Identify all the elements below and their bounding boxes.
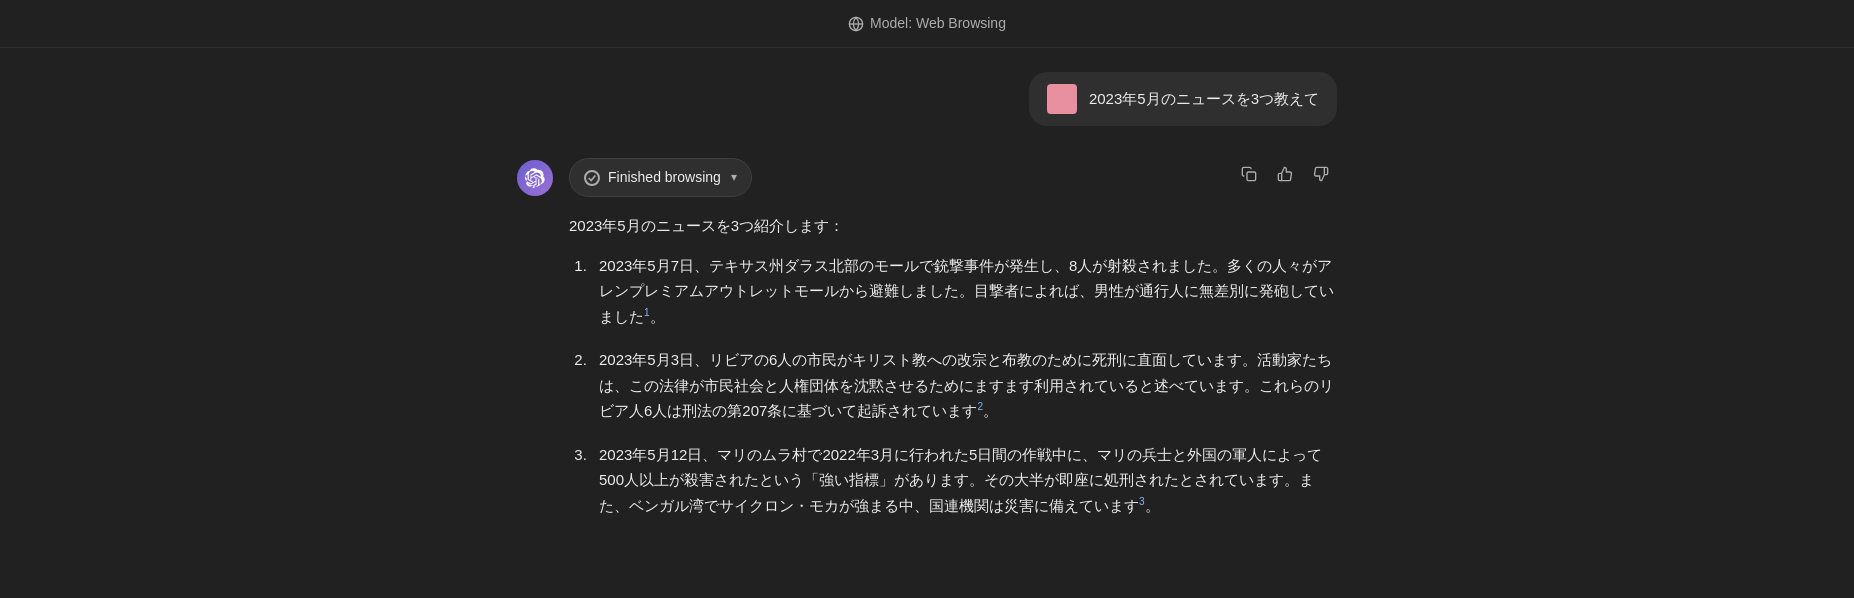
assistant-response-text: 2023年5月のニュースを3つ紹介します： 2023年5月7日、テキサス州ダラス… <box>569 213 1337 518</box>
news-item-3: 2023年5月12日、マリのムラ村で2022年3月に行われた5日間の作戦中に、マ… <box>591 442 1337 519</box>
copy-button[interactable] <box>1233 158 1265 190</box>
thumbs-up-button[interactable] <box>1269 158 1301 190</box>
news-list: 2023年5月7日、テキサス州ダラス北部のモールで銃撃事件が発生し、8人が射殺さ… <box>569 253 1337 519</box>
news-item-1-text: 2023年5月7日、テキサス州ダラス北部のモールで銃撃事件が発生し、8人が射殺さ… <box>599 253 1337 330</box>
svg-rect-2 <box>1247 172 1256 181</box>
globe-icon <box>848 16 864 32</box>
chat-container: 2023年5月のニュースを3つ教えて Finished browsing ▾ <box>497 48 1357 542</box>
action-icons <box>1233 158 1337 190</box>
news-item-3-text: 2023年5月12日、マリのムラ村で2022年3月に行われた5日間の作戦中に、マ… <box>599 442 1337 519</box>
news-item-1: 2023年5月7日、テキサス州ダラス北部のモールで銃撃事件が発生し、8人が射殺さ… <box>591 253 1337 330</box>
top-bar: Model: Web Browsing <box>0 0 1854 48</box>
intro-line: 2023年5月のニュースを3つ紹介します： <box>569 213 1337 239</box>
assistant-content: Finished browsing ▾ 2023年5月のニュースを3つ紹介します… <box>569 158 1337 518</box>
finished-browsing-pill[interactable]: Finished browsing ▾ <box>569 158 752 197</box>
user-message-bubble: 2023年5月のニュースを3つ教えて <box>1029 72 1337 126</box>
news-item-2-text: 2023年5月3日、リビアの6人の市民がキリスト教への改宗と布教のために死刑に直… <box>599 347 1337 424</box>
news-item-2: 2023年5月3日、リビアの6人の市民がキリスト教への改宗と布教のために死刑に直… <box>591 347 1337 424</box>
user-avatar <box>1047 84 1077 114</box>
thumbs-down-button[interactable] <box>1305 158 1337 190</box>
user-message-text: 2023年5月のニュースを3つ教えて <box>1089 87 1319 112</box>
chevron-down-icon: ▾ <box>731 168 737 188</box>
browsing-label: Finished browsing <box>608 166 721 189</box>
assistant-avatar <box>517 160 553 196</box>
user-message-row: 2023年5月のニュースを3つ教えて <box>517 72 1337 126</box>
assistant-message-row: Finished browsing ▾ 2023年5月のニュースを3つ紹介します… <box>517 158 1337 518</box>
model-label: Model: Web Browsing <box>870 12 1006 35</box>
check-icon <box>584 170 600 186</box>
